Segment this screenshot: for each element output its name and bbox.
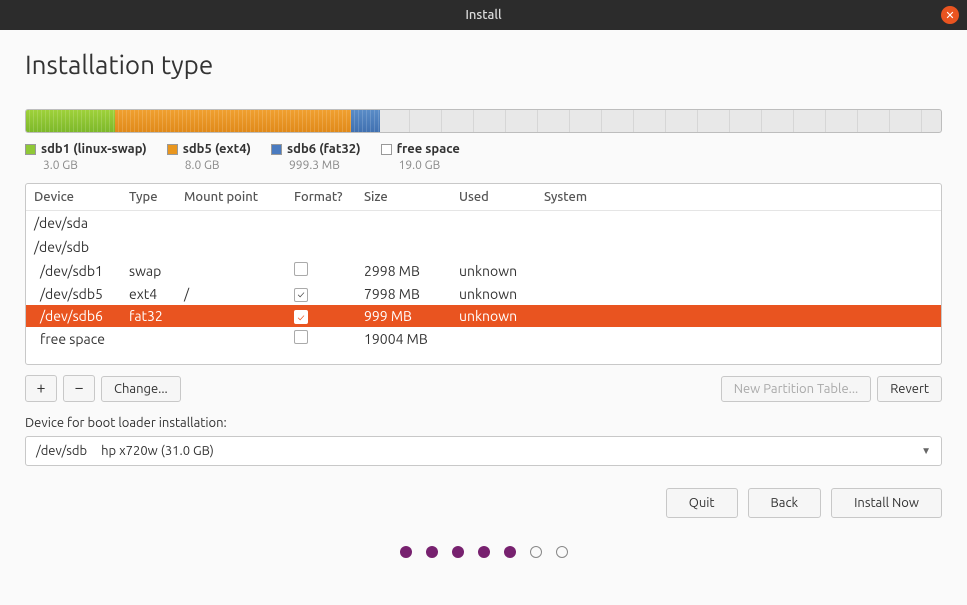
legend-item[interactable]: sdb6 (fat32)999.3 MB — [271, 141, 361, 173]
partition-row[interactable]: /dev/sdb6fat32 ✓ 999 MBunknown — [26, 305, 941, 328]
revert-button[interactable]: Revert — [877, 376, 942, 402]
mount-cell — [176, 259, 286, 282]
remove-partition-button[interactable]: − — [63, 375, 95, 402]
boot-loader-label: Device for boot loader installation: — [25, 416, 942, 430]
size-cell: 19004 MB — [356, 327, 451, 350]
device-cell: /dev/sdb5 — [26, 282, 121, 305]
nav-buttons: Quit Back Install Now — [25, 488, 942, 518]
disk-legend: sdb1 (linux-swap)3.0 GB sdb5 (ext4)8.0 GB… — [25, 141, 942, 173]
legend-name: sdb1 (linux-swap) — [41, 141, 147, 158]
col-format[interactable]: Format? — [286, 184, 356, 211]
device-cell: /dev/sdb6 — [26, 305, 121, 328]
device-cell: free space — [26, 327, 121, 350]
partition-row[interactable]: free space 19004 MB — [26, 327, 941, 350]
progress-dot-done — [426, 546, 438, 558]
mount-cell — [176, 327, 286, 350]
table-header-row: Device Type Mount point Format? Size Use… — [26, 184, 941, 211]
boot-loader-device-combo[interactable]: /dev/sdb hp x720w (31.0 GB) ▼ — [25, 436, 942, 466]
used-cell: unknown — [451, 282, 536, 305]
legend-name: sdb5 (ext4) — [183, 141, 251, 158]
install-button[interactable]: Install Now — [831, 488, 942, 518]
partition-table: Device Type Mount point Format? Size Use… — [25, 183, 942, 365]
legend-item[interactable]: sdb5 (ext4)8.0 GB — [167, 141, 251, 173]
segment-sdb6-fat32[interactable] — [351, 110, 380, 132]
size-cell: 2998 MB — [356, 259, 451, 282]
progress-dot-done — [478, 546, 490, 558]
format-cell: ✓ — [286, 305, 356, 328]
system-cell — [536, 327, 941, 350]
format-checkbox[interactable] — [294, 330, 308, 344]
legend-swatch-icon — [167, 144, 178, 155]
col-mount[interactable]: Mount point — [176, 184, 286, 211]
quit-button[interactable]: Quit — [666, 488, 738, 518]
partition-row[interactable]: /dev/sdb5ext4/ ✓ 7998 MBunknown — [26, 282, 941, 305]
system-cell — [536, 259, 941, 282]
progress-dot-done — [504, 546, 516, 558]
legend-size: 999.3 MB — [289, 158, 361, 174]
legend-swatch-icon — [271, 144, 282, 155]
progress-dot-done — [400, 546, 412, 558]
boot-device-path: /dev/sdb — [36, 444, 87, 458]
col-used[interactable]: Used — [451, 184, 536, 211]
progress-dot-upcoming — [530, 546, 542, 558]
format-cell — [286, 327, 356, 350]
legend-swatch-icon — [381, 144, 392, 155]
col-device[interactable]: Device — [26, 184, 121, 211]
new-partition-table-button[interactable]: New Partition Table... — [721, 376, 872, 402]
used-cell: unknown — [451, 305, 536, 328]
format-checkbox[interactable]: ✓ — [294, 288, 308, 302]
close-icon[interactable]: ✕ — [941, 6, 959, 24]
size-cell: 7998 MB — [356, 282, 451, 305]
partition-toolbar: + − Change... New Partition Table... Rev… — [25, 375, 942, 402]
format-checkbox[interactable]: ✓ — [294, 310, 308, 324]
legend-name: free space — [397, 141, 460, 158]
legend-swatch-icon — [25, 144, 36, 155]
disk-usage-bar[interactable] — [25, 109, 942, 133]
type-cell: fat32 — [121, 305, 176, 328]
partition-body: /dev/sda/dev/sdb/dev/sdb1swap 2998 MBunkn… — [26, 211, 941, 365]
col-system[interactable]: System — [536, 184, 941, 211]
system-cell — [536, 305, 941, 328]
type-cell — [121, 327, 176, 350]
legend-size: 3.0 GB — [43, 158, 147, 174]
segment-sdb1-swap[interactable] — [26, 110, 115, 132]
page-title: Installation type — [25, 50, 942, 79]
legend-size: 8.0 GB — [185, 158, 251, 174]
type-cell: ext4 — [121, 282, 176, 305]
titlebar: Install ✕ — [0, 0, 967, 30]
system-cell — [536, 282, 941, 305]
mount-cell: / — [176, 282, 286, 305]
progress-dots — [25, 546, 942, 558]
boot-device-desc: hp x720w (31.0 GB) — [101, 444, 214, 458]
partition-row[interactable]: /dev/sdb1swap 2998 MBunknown — [26, 259, 941, 282]
col-size[interactable]: Size — [356, 184, 451, 211]
progress-dot-done — [452, 546, 464, 558]
format-checkbox[interactable] — [294, 262, 308, 276]
type-cell: swap — [121, 259, 176, 282]
add-partition-button[interactable]: + — [25, 375, 57, 402]
back-button[interactable]: Back — [748, 488, 822, 518]
window-title: Install — [465, 8, 501, 22]
content: Installation type sdb1 (linux-swap)3.0 G… — [0, 30, 967, 605]
legend-item[interactable]: sdb1 (linux-swap)3.0 GB — [25, 141, 147, 173]
legend-size: 19.0 GB — [399, 158, 460, 174]
disk-row[interactable]: /dev/sdb — [26, 235, 941, 259]
segment-sdb5-ext4[interactable] — [115, 110, 351, 132]
legend-item[interactable]: free space19.0 GB — [381, 141, 460, 173]
legend-name: sdb6 (fat32) — [287, 141, 361, 158]
format-cell — [286, 259, 356, 282]
size-cell: 999 MB — [356, 305, 451, 328]
col-type[interactable]: Type — [121, 184, 176, 211]
progress-dot-upcoming — [556, 546, 568, 558]
device-cell: /dev/sdb — [26, 235, 941, 259]
used-cell: unknown — [451, 259, 536, 282]
disk-row[interactable]: /dev/sda — [26, 211, 941, 236]
device-cell: /dev/sda — [26, 211, 941, 236]
chevron-down-icon: ▼ — [921, 445, 931, 457]
change-partition-button[interactable]: Change... — [101, 376, 181, 402]
mount-cell — [176, 305, 286, 328]
device-cell: /dev/sdb1 — [26, 259, 121, 282]
format-cell: ✓ — [286, 282, 356, 305]
used-cell — [451, 327, 536, 350]
